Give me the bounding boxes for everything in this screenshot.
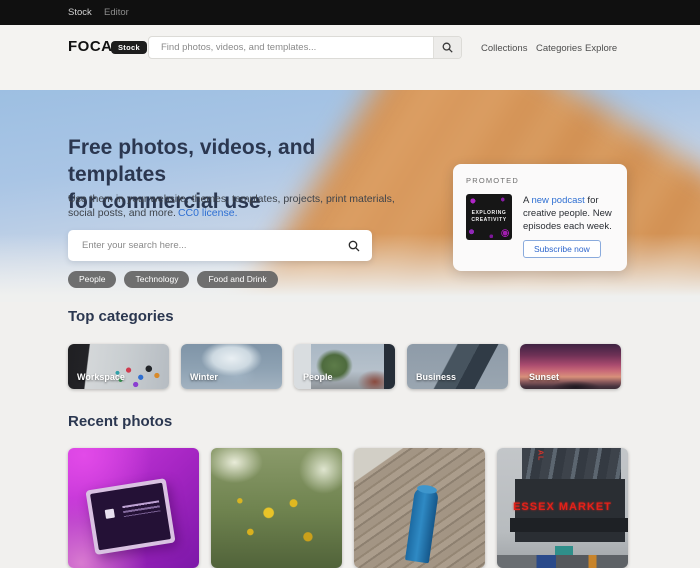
stock-badge: Stock (111, 41, 147, 54)
album-title-line2: CREATIVITY (471, 217, 506, 224)
top-categories-row: Workspace Winter People Business Sunset (68, 344, 621, 389)
category-label: Sunset (529, 372, 559, 382)
category-card-people[interactable]: People (294, 344, 395, 389)
header-search-input[interactable] (149, 37, 433, 58)
nav-categories[interactable]: Categories (536, 43, 582, 54)
promoted-label: PROMOTED (466, 176, 614, 185)
recent-photos-row: AL ESSEX MARKET (68, 448, 628, 568)
tag-pill-technology[interactable]: Technology (124, 271, 189, 288)
street-detail (497, 555, 628, 568)
topbar-item-editor[interactable]: Editor (104, 0, 129, 25)
search-icon (442, 42, 453, 53)
cc0-license-link[interactable]: CC0 license. (178, 207, 238, 219)
album-title-line1: EXPLORING (472, 210, 507, 217)
category-label: Winter (190, 372, 218, 382)
header-search-bar (148, 36, 462, 59)
top-categories-heading: Top categories (68, 308, 174, 325)
essex-market-sign: ESSEX MARKET (497, 501, 628, 513)
hero-search-input[interactable] (68, 240, 348, 251)
vertical-sign-text: AL (536, 450, 543, 461)
promoted-text: A new podcast for creative people. New e… (523, 194, 625, 233)
photo-thumbnail-essex-market[interactable]: AL ESSEX MARKET (497, 448, 628, 568)
recent-photos-heading: Recent photos (68, 413, 172, 430)
top-app-switcher-bar: Stock Editor (0, 0, 700, 25)
hero-subtitle: Use them in your website, themes, templa… (68, 192, 416, 220)
category-label: People (303, 372, 333, 382)
foca-logo[interactable]: FOCA (68, 38, 113, 55)
tablet-qr-code (105, 509, 115, 519)
new-podcast-link[interactable]: new podcast (531, 195, 584, 206)
photo-thumbnail-purple-tablet[interactable] (68, 448, 199, 568)
bottle-cap (417, 484, 438, 495)
topbar-item-stock[interactable]: Stock (68, 0, 92, 25)
tablet-device (86, 478, 176, 555)
site-header: FOCA Stock Collections Categories Explor… (0, 25, 700, 90)
hero-search-bar (68, 230, 372, 261)
hero-section: Free photos, videos, and templates for c… (0, 90, 700, 302)
header-search-button[interactable] (433, 37, 461, 58)
category-label: Business (416, 372, 456, 382)
podcast-album-art: EXPLORING CREATIVITY (466, 194, 512, 240)
category-card-winter[interactable]: Winter (181, 344, 282, 389)
tag-pill-people[interactable]: People (68, 271, 116, 288)
foca-stock-homepage: { "topbar": { "stock": "Stock", "editor"… (0, 0, 700, 525)
search-icon[interactable] (348, 240, 360, 252)
tag-pill-food-and-drink[interactable]: Food and Drink (197, 271, 277, 288)
category-card-sunset[interactable]: Sunset (520, 344, 621, 389)
hero-title-line1: Free photos, videos, and templates (68, 134, 398, 188)
promoted-card: PROMOTED EXPLORING CREATIVITY A new podc… (453, 164, 627, 271)
photo-thumbnail-blue-bottle[interactable] (354, 448, 485, 568)
subscribe-now-button[interactable]: Subscribe now (523, 240, 601, 258)
nav-collections[interactable]: Collections (481, 43, 527, 54)
nav-explore[interactable]: Explore (585, 43, 617, 54)
category-card-workspace[interactable]: Workspace (68, 344, 169, 389)
category-card-business[interactable]: Business (407, 344, 508, 389)
category-label: Workspace (77, 372, 125, 382)
hero-tag-pills: People Technology Food and Drink (68, 271, 278, 288)
photo-thumbnail-yellow-flowers[interactable] (211, 448, 342, 568)
